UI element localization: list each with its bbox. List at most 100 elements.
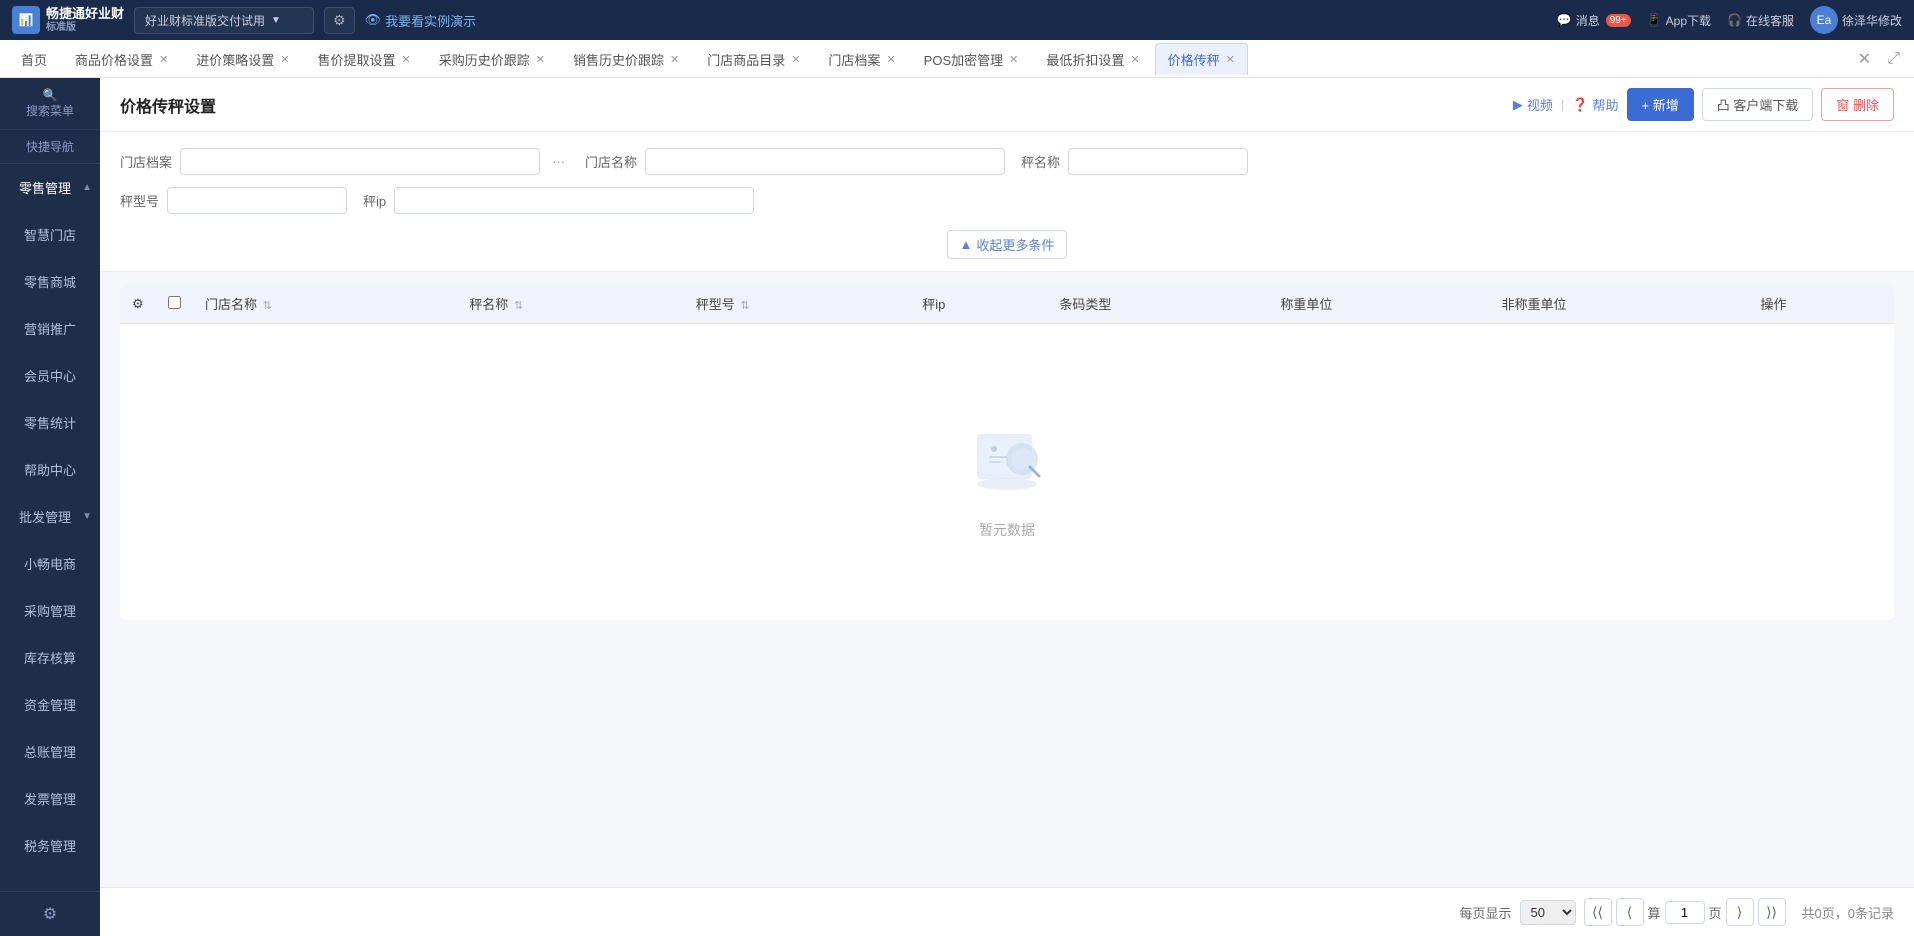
table-header-scale-name: 秤名称 ⇅ xyxy=(457,284,683,324)
sidebar-item-invoice[interactable]: 发票管理 xyxy=(0,775,100,822)
tab-close-button[interactable]: ✕ xyxy=(1852,45,1877,73)
tab-home[interactable]: 首页 xyxy=(8,43,60,75)
table-select-all-checkbox[interactable] xyxy=(168,296,181,309)
add-button[interactable]: + 新增 xyxy=(1627,88,1694,121)
online-service-button[interactable]: 🎧 在线客服 xyxy=(1727,12,1794,29)
delete-button[interactable]: 窗 删除 xyxy=(1821,88,1894,121)
page-next-button[interactable]: ⟩ xyxy=(1726,898,1754,926)
tab-price-scale-close[interactable]: ✕ xyxy=(1226,53,1235,66)
page-prev-button[interactable]: ⟨ xyxy=(1616,898,1644,926)
tab-expand-button[interactable]: ⤢ xyxy=(1881,46,1906,72)
sort-scale-name-icon[interactable]: ⇅ xyxy=(514,300,523,312)
sidebar-item-retail-stats-label: 零售统计 xyxy=(8,413,92,432)
sort-store-name-icon[interactable]: ⇅ xyxy=(263,300,272,312)
sidebar-item-smart-store[interactable]: 智慧门店 xyxy=(0,211,100,258)
sidebar-search-label: 搜索菜单 xyxy=(8,102,92,119)
filter-actions-row: ▲ 收起更多条件 xyxy=(120,226,1894,263)
per-page-select[interactable]: 50 10 20 100 xyxy=(1520,900,1576,925)
tab-sale-history-close[interactable]: ✕ xyxy=(670,53,679,66)
sort-scale-model-icon[interactable]: ⇅ xyxy=(740,300,749,312)
download-button[interactable]: 凸 客户端下载 xyxy=(1702,88,1814,121)
tab-store-files-close[interactable]: ✕ xyxy=(886,53,895,66)
search-icon: 🔍 xyxy=(43,88,58,102)
sidebar-quick-nav[interactable]: 快捷导航 xyxy=(0,130,100,164)
tab-min-discount[interactable]: 最低折扣设置 ✕ xyxy=(1033,43,1152,75)
tab-price-settings[interactable]: 商品价格设置 ✕ xyxy=(62,43,181,75)
app-subtitle: 标准版 xyxy=(46,22,124,34)
user-profile-button[interactable]: Ea 徐泽华修改 xyxy=(1810,6,1902,34)
sidebar-item-ecommerce[interactable]: 小畅电商 xyxy=(0,540,100,587)
sidebar-item-general-ledger[interactable]: 总账管理 xyxy=(0,728,100,775)
tab-purchase-history[interactable]: 采购历史价跟踪 ✕ xyxy=(426,43,558,75)
sidebar-item-retail-stats[interactable]: 零售统计 xyxy=(0,399,100,446)
sidebar-item-wholesale[interactable]: 批发管理 ▼ xyxy=(0,493,100,540)
tab-store-catalog[interactable]: 门店商品目录 ✕ xyxy=(694,43,813,75)
sidebar-item-retail[interactable]: 零售管理 ▲ xyxy=(0,164,100,211)
sidebar-item-ecommerce-label: 小畅电商 xyxy=(8,554,92,573)
sidebar-item-general-ledger-label: 总账管理 xyxy=(8,742,92,761)
empty-text: 暂元数据 xyxy=(979,520,1035,540)
sidebar-item-member[interactable]: 会员中心 xyxy=(0,352,100,399)
first-icon: ⟨⟨ xyxy=(1592,904,1603,921)
table-header-action-label: 操作 xyxy=(1760,297,1786,312)
help-button[interactable]: ❓ 帮助 xyxy=(1572,95,1618,114)
tab-price-scale[interactable]: 价格传秤 ✕ xyxy=(1155,43,1248,75)
sidebar-search[interactable]: 🔍 搜索菜单 xyxy=(0,78,100,130)
tab-min-discount-close[interactable]: ✕ xyxy=(1130,53,1139,66)
tab-sale-extract-close[interactable]: ✕ xyxy=(402,53,411,66)
settings-icon[interactable]: ⚙ xyxy=(132,296,144,311)
demo-button[interactable]: 👁 我要看实例演示 xyxy=(365,11,477,30)
tab-store-files[interactable]: 门店档案 ✕ xyxy=(815,43,908,75)
sidebar-settings-button[interactable]: ⚙ xyxy=(0,891,100,936)
table-header-scale-name-label: 秤名称 xyxy=(469,297,508,312)
filter-scale-name-input[interactable] xyxy=(1068,148,1248,175)
page-number-input[interactable] xyxy=(1665,901,1705,924)
sidebar-retail-arrow-icon: ▲ xyxy=(82,182,92,193)
messages-button[interactable]: 💬 消息 99+ xyxy=(1557,12,1631,29)
filter-scale-model-input[interactable] xyxy=(167,187,347,214)
content-area: 价格传秤设置 ▶ 视频 | ❓ 帮助 + 新增 凸 客户端下载 窗 xyxy=(100,78,1914,936)
page-first-button[interactable]: ⟨⟨ xyxy=(1584,898,1612,926)
page-last-button[interactable]: ⟩⟩ xyxy=(1758,898,1786,926)
sidebar-item-retail-mall[interactable]: 零售商城 xyxy=(0,258,100,305)
collapse-button[interactable]: ▲ 收起更多条件 xyxy=(947,230,1068,259)
top-right-actions: 💬 消息 99+ 📱 App下载 🎧 在线客服 Ea 徐泽华修改 xyxy=(1557,6,1902,34)
page-label: 算 xyxy=(1648,903,1661,922)
table-header-barcode-type: 条码类型 xyxy=(1047,284,1268,324)
filter-store-file-ellipsis[interactable]: ··· xyxy=(548,154,569,169)
tab-price-settings-close[interactable]: ✕ xyxy=(159,53,168,66)
version-select[interactable]: 好业财标准版交付试用 ▼ xyxy=(134,7,314,34)
empty-illustration xyxy=(957,404,1057,504)
help-label: 帮助 xyxy=(1593,95,1619,114)
tab-purchase-history-close[interactable]: ✕ xyxy=(536,53,545,66)
filter-scale-ip-input[interactable] xyxy=(394,187,754,214)
sidebar-item-tax[interactable]: 税务管理 xyxy=(0,822,100,869)
tab-purchase-strategy-close[interactable]: ✕ xyxy=(280,53,289,66)
tab-price-scale-label: 价格传秤 xyxy=(1168,50,1220,69)
main-layout: 🔍 搜索菜单 快捷导航 零售管理 ▲ 智慧门店 零售商城 营销推广 会员中心 零… xyxy=(0,78,1914,936)
prev-icon: ⟨ xyxy=(1627,904,1632,921)
filter-store-name-label: 门店名称 xyxy=(585,152,637,171)
tab-sale-history[interactable]: 销售历史价跟踪 ✕ xyxy=(560,43,692,75)
top-settings-button[interactable]: ⚙ xyxy=(324,7,355,34)
video-button[interactable]: ▶ 视频 xyxy=(1513,95,1553,114)
tab-purchase-strategy-label: 进价策略设置 xyxy=(196,50,274,69)
tab-sale-extract[interactable]: 售价提取设置 ✕ xyxy=(304,43,423,75)
tab-pos-management[interactable]: POS加密管理 ✕ xyxy=(911,43,1032,75)
sidebar-item-finance[interactable]: 资金管理 xyxy=(0,681,100,728)
table-header-store-name-label: 门店名称 xyxy=(205,297,257,312)
filter-store-name-input[interactable] xyxy=(645,148,1005,175)
filter-store-file-input[interactable] xyxy=(180,148,540,175)
sidebar-item-help[interactable]: 帮助中心 xyxy=(0,446,100,493)
tab-store-catalog-close[interactable]: ✕ xyxy=(791,53,800,66)
tab-purchase-strategy[interactable]: 进价策略设置 ✕ xyxy=(183,43,302,75)
page-info: 算 页 xyxy=(1648,901,1722,924)
tab-pos-management-close[interactable]: ✕ xyxy=(1009,53,1018,66)
sidebar-item-marketing[interactable]: 营销推广 xyxy=(0,305,100,352)
app-download-button[interactable]: 📱 App下载 xyxy=(1647,12,1711,29)
sidebar-item-purchase[interactable]: 采购管理 xyxy=(0,587,100,634)
filter-row-2: 秤型号 秤ip xyxy=(120,187,1894,214)
messages-label: 消息 xyxy=(1576,12,1600,29)
sidebar-item-inventory[interactable]: 库存核算 xyxy=(0,634,100,681)
next-icon: ⟩ xyxy=(1737,904,1742,921)
